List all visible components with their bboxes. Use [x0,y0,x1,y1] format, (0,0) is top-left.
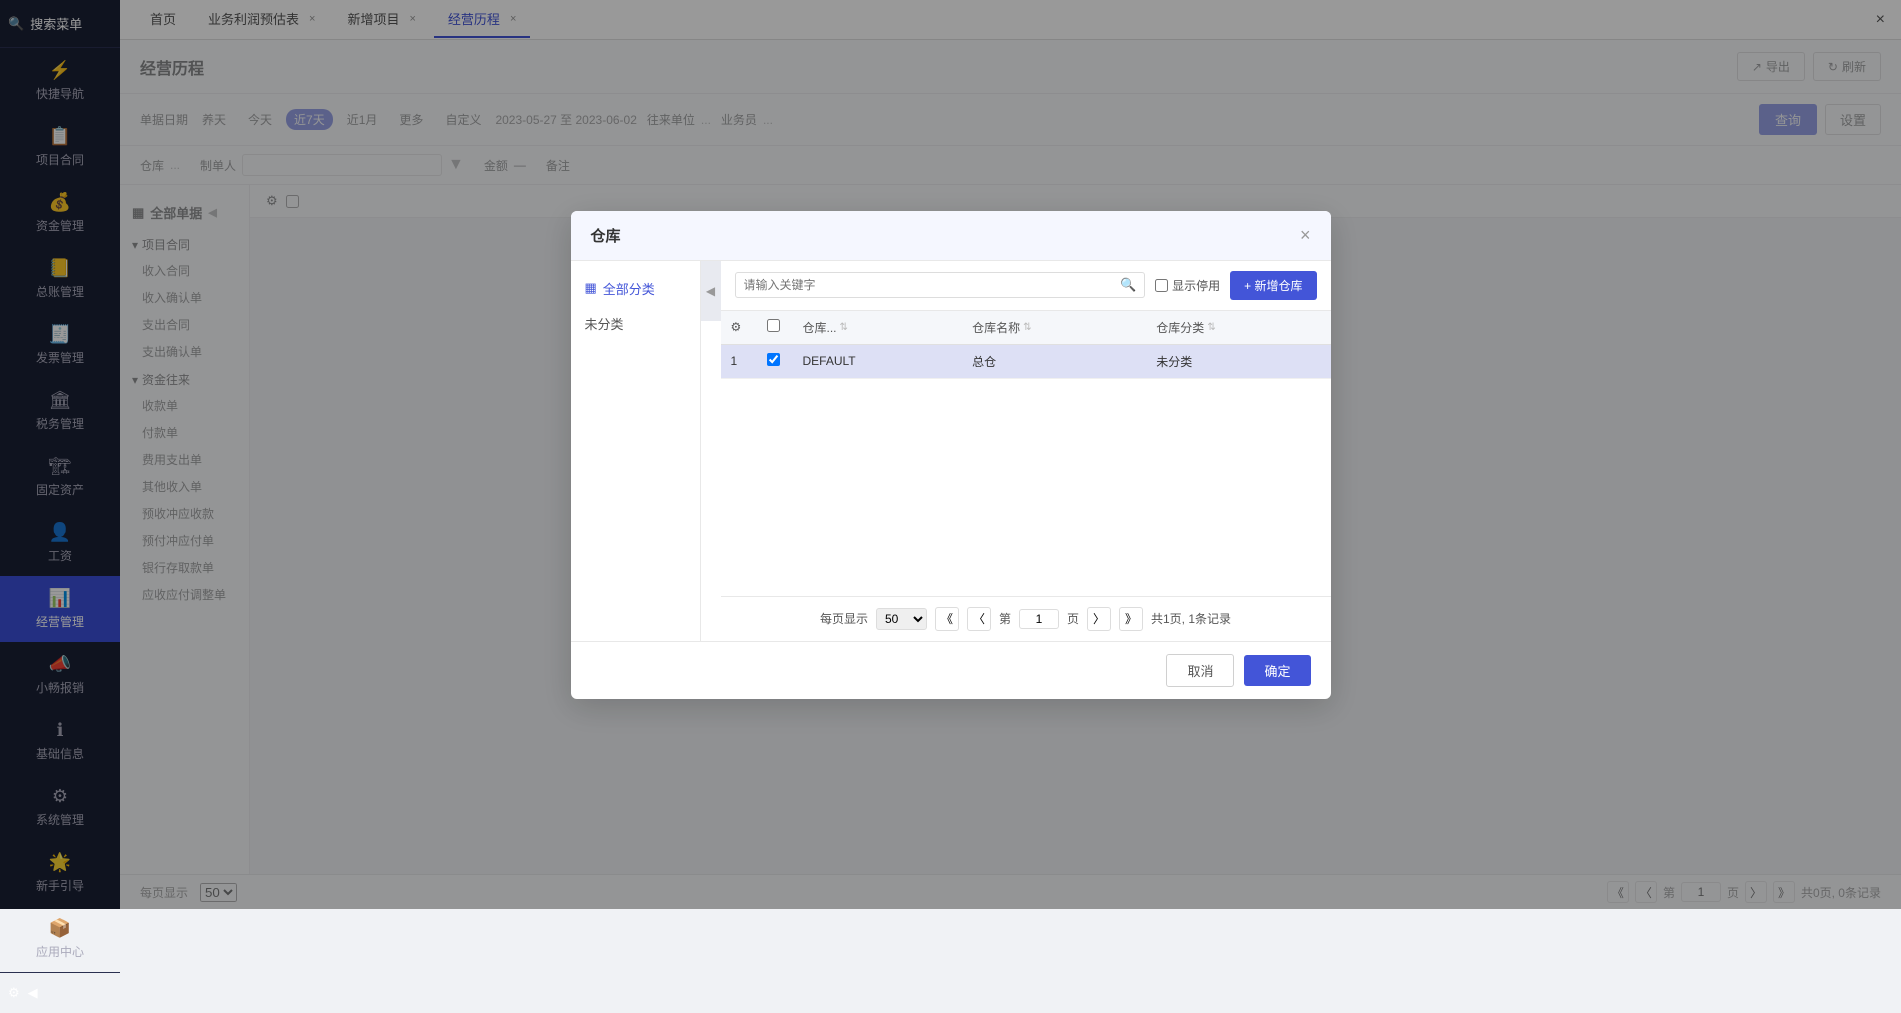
row-select-checkbox[interactable] [767,353,780,366]
col-gear: ⚙ [721,311,757,345]
dialog-page-end: 页 [1067,610,1079,627]
collapse-panel-btn[interactable]: ◀ [701,261,721,321]
row-name: 总仓 [962,344,1146,378]
dialog-left-panel: ▦ 全部分类 未分类 [571,261,701,641]
col-code: 仓库... ⇅ [793,311,963,345]
row-category: 未分类 [1146,344,1330,378]
row-checkbox [757,344,793,378]
dialog-body: ▦ 全部分类 未分类 ◀ 🔍 [571,261,1331,641]
warehouse-table: ⚙ 仓库... ⇅ [721,311,1331,596]
confirm-button[interactable]: 确定 [1244,655,1310,686]
dialog-page-label: 第 [999,610,1011,627]
dialog-toolbar: 🔍 显示停用 + 新增仓库 [721,261,1331,311]
dialog-total-text: 共1页, 1条记录 [1151,610,1231,627]
add-warehouse-btn[interactable]: + 新增仓库 [1230,271,1316,300]
warehouse-search-input[interactable] [744,278,1114,292]
warehouse-dialog: 仓库 × ▦ 全部分类 未分类 ◀ [571,211,1331,699]
sidebar-item-appcenter-label: 应用中心 [36,943,84,960]
sidebar-item-appcenter[interactable]: 📦 应用中心 [0,906,120,972]
row-gear: 1 [721,344,757,378]
uncat-label: 未分类 [585,314,624,333]
dialog-first-page-btn[interactable]: 《 [935,607,959,631]
dialog-overlay: 仓库 × ▦ 全部分类 未分类 ◀ [0,0,1901,909]
name-sort-icon: ⇅ [1023,322,1031,333]
all-category-icon: ▦ [585,280,597,296]
dialog-right-panel: 🔍 显示停用 + 新增仓库 [721,261,1331,641]
table-select-all[interactable] [767,319,780,332]
cancel-button[interactable]: 取消 [1166,654,1234,687]
dialog-footer: 取消 确定 [571,641,1331,699]
dialog-title: 仓库 [591,225,621,246]
show-disabled-label[interactable]: 显示停用 [1155,277,1220,294]
col-category: 仓库分类 ⇅ [1146,311,1330,345]
dialog-header: 仓库 × [571,211,1331,261]
collapse-icon: ◀ [28,985,38,1001]
table-row[interactable]: 1 DEFAULT 总仓 [721,344,1331,378]
sidebar-bottom[interactable]: ⚙ ◀ [0,972,120,1013]
dialog-close-btn[interactable]: × [1300,225,1311,246]
show-disabled-checkbox[interactable] [1155,279,1168,292]
dialog-last-page-btn[interactable]: 》 [1119,607,1143,631]
appcenter-icon: 📦 [49,918,71,939]
search-icon: 🔍 [1120,277,1136,293]
collapse-arrow-icon: ◀ [706,284,715,298]
dialog-page-input[interactable] [1019,609,1059,629]
show-disabled-text: 显示停用 [1172,277,1220,294]
col-checkbox [757,311,793,345]
dialog-per-page-select[interactable]: 50 10 20 100 [876,608,927,630]
dialog-prev-page-btn[interactable]: 〈 [967,607,991,631]
search-input-wrap: 🔍 [735,272,1146,298]
category-sort-icon: ⇅ [1207,322,1215,333]
col-name: 仓库名称 ⇅ [962,311,1146,345]
code-sort-icon: ⇅ [840,322,848,333]
dialog-per-page-label: 每页显示 [820,610,868,627]
dialog-pagination: 每页显示 50 10 20 100 《 〈 第 页 〉 》 共1页, 1条记录 [721,596,1331,641]
dialog-left-uncat[interactable]: 未分类 [571,306,700,341]
add-warehouse-label: + 新增仓库 [1244,277,1302,294]
dialog-left-all[interactable]: ▦ 全部分类 [571,271,700,306]
row-code: DEFAULT [793,344,963,378]
dialog-next-page-btn[interactable]: 〉 [1087,607,1111,631]
all-category-label: 全部分类 [603,279,655,298]
settings-icon: ⚙ [8,985,20,1001]
